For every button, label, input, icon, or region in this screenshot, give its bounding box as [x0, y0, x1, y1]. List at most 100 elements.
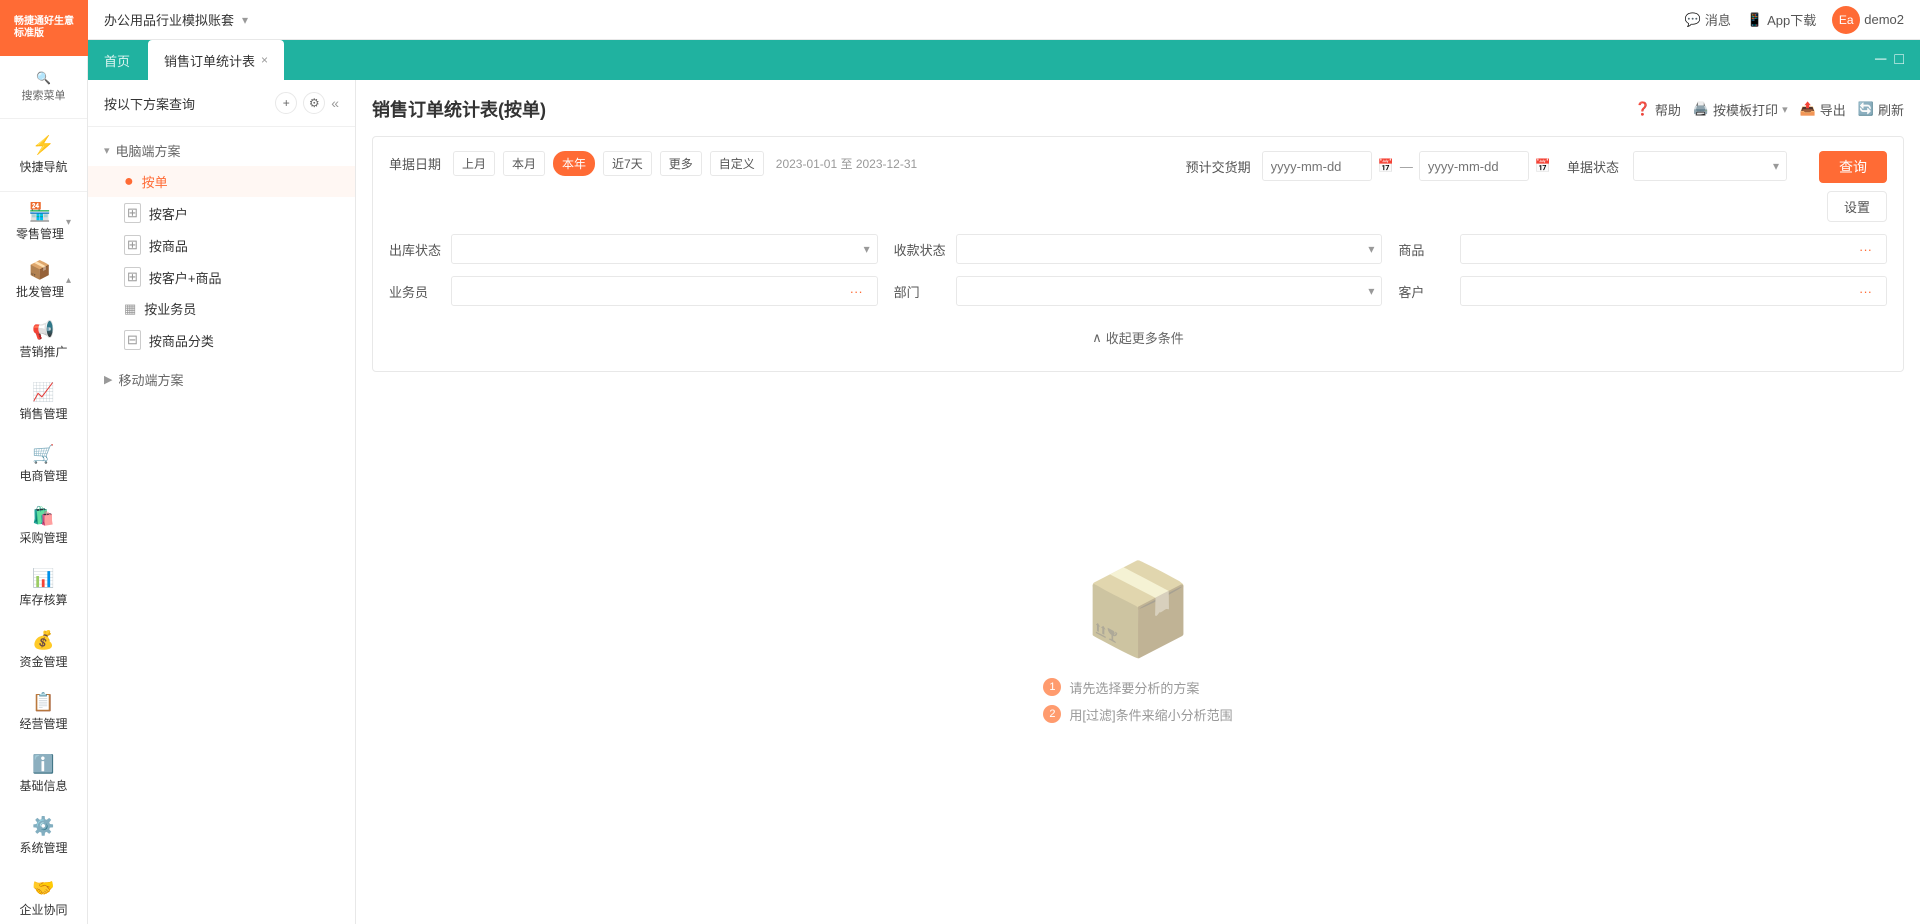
message-button[interactable]: 💬 消息: [1685, 10, 1731, 29]
date-more-button[interactable]: 更多: [660, 151, 702, 176]
expected-date-start-input[interactable]: [1262, 151, 1372, 181]
sidebar-item-system[interactable]: ⚙️ 系统管理: [4, 806, 83, 866]
collapse-label: 收起更多条件: [1106, 328, 1184, 347]
calendar-end-icon[interactable]: 📅: [1535, 158, 1551, 174]
empty-illustration: 📦: [1082, 557, 1194, 662]
scheme-item-label-3: 按客户+商品: [149, 268, 222, 287]
system-icon: ⚙️: [32, 816, 54, 837]
logo-text: 畅捷通好生意 标准版: [14, 16, 74, 40]
scheme-item-3[interactable]: ⊞ 按客户+商品: [88, 261, 355, 293]
expected-date-end-input[interactable]: [1419, 151, 1529, 181]
purchase-icon: 🛍️: [32, 506, 54, 527]
expected-date-label: 预计交货期: [1186, 157, 1256, 176]
sidebar-item-inventory[interactable]: 📊 库存核算: [4, 558, 83, 618]
ship-status-select[interactable]: [451, 234, 878, 264]
mobile-group-label: 移动端方案: [118, 370, 183, 389]
export-icon: 📤: [1800, 101, 1816, 117]
window-controls: ─ □: [1875, 51, 1920, 69]
sidebar-item-finance[interactable]: 💰 资金管理: [4, 620, 83, 680]
app-download-label: App下载: [1767, 10, 1816, 29]
order-status-label: 单据状态: [1567, 157, 1627, 176]
help-button[interactable]: ❓ 帮助: [1635, 100, 1681, 119]
sidebar-item-sales[interactable]: 📈 销售管理: [4, 372, 83, 432]
settings-button[interactable]: 设置: [1827, 191, 1887, 222]
tab-home-label: 首页: [104, 51, 130, 70]
dept-select[interactable]: [956, 276, 1383, 306]
export-button[interactable]: 📤 导出: [1800, 100, 1846, 119]
app-download-icon: 📱: [1747, 12, 1763, 28]
tab-home[interactable]: 首页: [88, 40, 146, 80]
refresh-icon: 🔄: [1858, 101, 1874, 117]
user-profile-button[interactable]: Ea demo2: [1832, 6, 1904, 34]
scheme-group-mobile[interactable]: ▶ 移动端方案: [88, 364, 355, 395]
retail-arrow: ▾: [66, 217, 71, 228]
scheme-list: ▾ 电脑端方案 ● 按单 ⊞ 按客户 ⊞ 按商品 ⊞ 按: [88, 127, 355, 403]
scheme-item-5[interactable]: ⊟ 按商品分类: [88, 324, 355, 356]
print-button[interactable]: 🖨️ 按模板打印 ▾: [1693, 100, 1788, 119]
collapse-panel-button[interactable]: «: [331, 95, 339, 111]
scheme-item-2[interactable]: ⊞ 按商品: [88, 229, 355, 261]
salesperson-label: 业务员: [389, 282, 445, 301]
refresh-button[interactable]: 🔄 刷新: [1858, 100, 1904, 119]
scheme-group-arrow: ▾: [104, 144, 110, 157]
tab-sales-stats[interactable]: 销售订单统计表 ×: [148, 40, 284, 80]
goods-more-button[interactable]: ···: [1853, 242, 1878, 257]
sidebar-item-ecommerce[interactable]: 🛒 电商管理: [4, 434, 83, 494]
sidebar-item-quick-nav[interactable]: ⚡ 快捷导航: [4, 125, 83, 185]
sidebar-item-operations[interactable]: 📋 经营管理: [4, 682, 83, 742]
marketing-icon: 📢: [32, 320, 54, 341]
finance-icon: 💰: [32, 630, 54, 651]
scheme-item-1[interactable]: ⊞ 按客户: [88, 197, 355, 229]
hint-num-1: 1: [1043, 678, 1061, 696]
inventory-icon: 📊: [32, 568, 54, 589]
scheme-item-label-0: 按单: [142, 172, 168, 191]
sidebar-item-marketing[interactable]: 📢 营销推广: [4, 310, 83, 370]
tab-close-icon[interactable]: ×: [261, 53, 268, 67]
window-maximize-button[interactable]: □: [1894, 51, 1904, 69]
scheme-group-label: 电脑端方案: [116, 141, 181, 160]
goods-label: 商品: [1398, 240, 1454, 259]
customer-more-button[interactable]: ···: [1853, 284, 1878, 299]
sidebar-item-basic[interactable]: ℹ️ 基础信息: [4, 744, 83, 804]
empty-hints: 1 请先选择要分析的方案 2 用[过滤]条件来缩小分析范围: [1043, 678, 1232, 724]
scheme-item-label-2: 按商品: [149, 236, 188, 255]
date-this-month-button[interactable]: 本月: [503, 151, 545, 176]
workspace-arrow-icon[interactable]: ▾: [242, 13, 248, 27]
scheme-item-label-1: 按客户: [149, 204, 188, 223]
empty-state: 📦 1 请先选择要分析的方案 2 用[过滤]条件来缩小分析范围: [372, 372, 1904, 908]
sidebar-item-purchase[interactable]: 🛍️ 采购管理: [4, 496, 83, 556]
scheme-group-desktop[interactable]: ▾ 电脑端方案: [88, 135, 355, 166]
date-this-year-button[interactable]: 本年: [553, 151, 595, 176]
date-last-month-button[interactable]: 上月: [453, 151, 495, 176]
scheme-grid-icon-1: ⊞: [124, 203, 141, 223]
settings-scheme-button[interactable]: ⚙: [303, 92, 325, 114]
collapse-button[interactable]: ∧ 收起更多条件: [1092, 328, 1184, 347]
pay-status-select[interactable]: [956, 234, 1383, 264]
mobile-group-arrow: ▶: [104, 373, 112, 386]
date-7days-button[interactable]: 近7天: [603, 151, 652, 176]
sidebar-item-enterprise[interactable]: 🤝 企业协同: [4, 868, 83, 924]
sidebar-item-wholesale[interactable]: 📦 批发管理 ▴: [4, 252, 83, 308]
search-menu-button[interactable]: 🔍 搜索菜单: [8, 66, 79, 108]
window-minimize-button[interactable]: ─: [1875, 51, 1886, 69]
page-title-bar: 销售订单统计表(按单) ❓ 帮助 🖨️ 按模板打印 ▾ 📤 导出: [372, 96, 1904, 122]
ecommerce-icon: 🛒: [32, 444, 54, 465]
left-panel: 按以下方案查询 + ⚙ « ▾ 电脑端方案 ● 按单 ⊞: [88, 80, 356, 924]
left-panel-actions: + ⚙ «: [275, 92, 339, 114]
calendar-start-icon[interactable]: 📅: [1378, 158, 1394, 174]
sidebar-search-section: 🔍 搜索菜单: [0, 56, 87, 119]
right-actions: 查询 设置: [1819, 151, 1887, 222]
operations-icon: 📋: [32, 692, 54, 713]
scheme-item-label-5: 按商品分类: [149, 331, 214, 350]
query-button[interactable]: 查询: [1819, 151, 1887, 183]
top-header: 办公用品行业模拟账套 ▾ 💬 消息 📱 App下载 Ea demo2: [88, 0, 1920, 40]
salesperson-more-button[interactable]: ···: [844, 284, 869, 299]
app-download-button[interactable]: 📱 App下载: [1747, 10, 1816, 29]
scheme-item-4[interactable]: ▦ 按业务员: [88, 293, 355, 324]
sidebar-item-retail[interactable]: 🏪 零售管理 ▾: [4, 194, 83, 250]
scheme-item-0[interactable]: ● 按单: [88, 166, 355, 197]
date-custom-button[interactable]: 自定义: [710, 151, 764, 176]
sidebar: 畅捷通好生意 标准版 🔍 搜索菜单 ⚡ 快捷导航 🏪 零售管理 ▾ 📦 批发管理: [0, 0, 88, 924]
add-scheme-button[interactable]: +: [275, 92, 297, 114]
order-status-select[interactable]: [1633, 151, 1787, 181]
